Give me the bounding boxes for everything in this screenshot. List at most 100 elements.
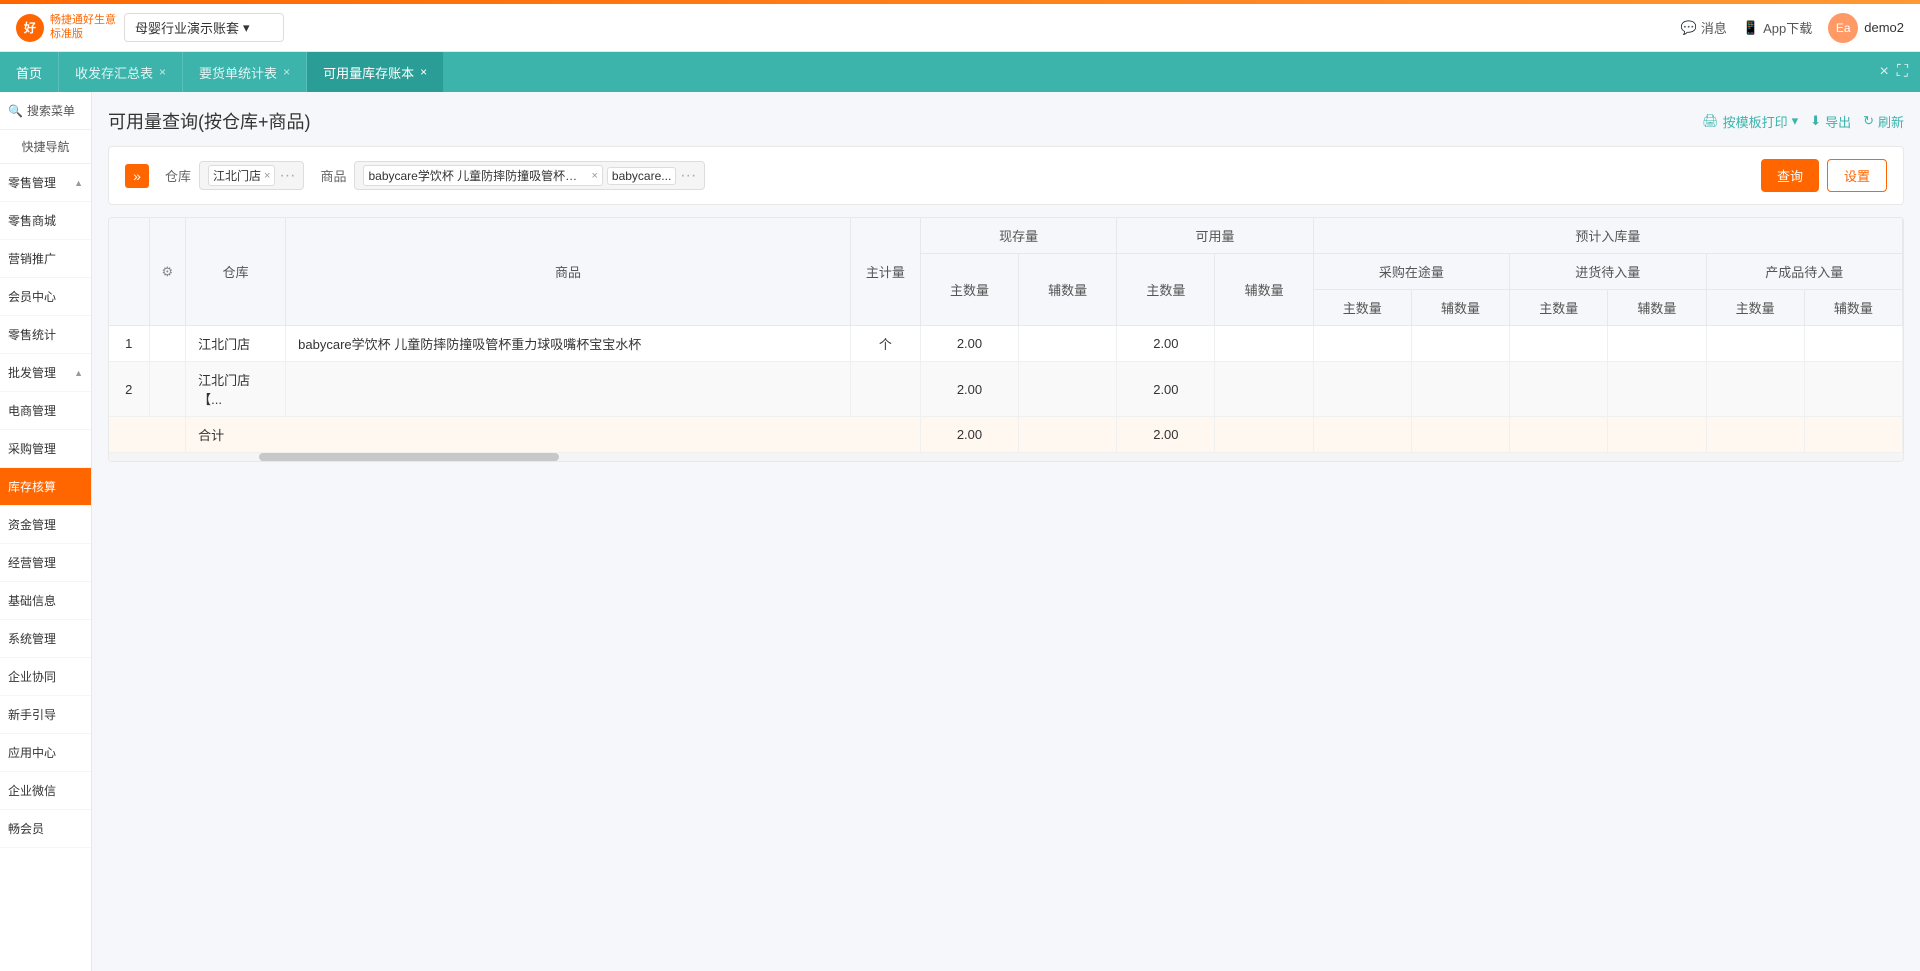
footer-inc-aux [1608, 417, 1706, 453]
sidebar-search[interactable]: 🔍 搜索菜单 [0, 92, 91, 130]
tab-home[interactable]: 首页 [0, 52, 59, 92]
close-tab-2[interactable]: × [283, 65, 290, 79]
fullscreen-btn[interactable]: ⛶ [1897, 63, 1908, 81]
cell-row-num: 2 [109, 362, 149, 417]
warehouse-value[interactable]: 江北门店 × ··· [199, 161, 304, 190]
remove-warehouse-tag[interactable]: × [264, 170, 270, 182]
print-btn[interactable]: 🖨 按模板打印 ▾ [1702, 112, 1798, 131]
sidebar-item-system[interactable]: 系统管理 [0, 620, 91, 658]
sidebar-item-ecommerce[interactable]: 电商管理 [0, 392, 91, 430]
settings-btn[interactable]: 设置 [1827, 159, 1887, 192]
warehouse-filter: 仓库 江北门店 × ··· [165, 161, 304, 190]
sidebar-item-inventory[interactable]: 库存核算 [0, 468, 91, 506]
th-avail-aux: 辅数量 [1215, 254, 1313, 326]
th-fin-main: 主数量 [1706, 290, 1804, 326]
product-dots[interactable]: ··· [680, 167, 696, 185]
sidebar-item-marketing[interactable]: 营销推广 [0, 240, 91, 278]
cell-avail-main: 2.00 [1117, 362, 1215, 417]
table-scroll[interactable]: ⚙ 仓库 商品 主计量 现存量 可用量 预计入库量 主数量 辅数量 [109, 218, 1903, 453]
cell-warehouse: 江北门店 [186, 326, 286, 362]
cell-stock-main: 2.00 [920, 326, 1018, 362]
product-filter: 商品 babycare学饮杯 儿童防摔防撞吸管杯重力球吸嘴杯宝宝水杯 × bab… [320, 161, 705, 190]
tab-available-stock[interactable]: 可用量库存账本 × [307, 52, 444, 92]
product-tag-1: babycare学饮杯 儿童防摔防撞吸管杯重力球吸嘴杯宝宝水杯 × [363, 165, 602, 186]
remove-product-tag-1[interactable]: × [591, 170, 597, 182]
table-container: ⚙ 仓库 商品 主计量 现存量 可用量 预计入库量 主数量 辅数量 [108, 217, 1904, 462]
th-main-unit: 主计量 [850, 218, 920, 326]
download-btn[interactable]: 📱 App下载 [1743, 18, 1812, 37]
horizontal-scrollbar[interactable] [109, 453, 1903, 461]
close-tab-3[interactable]: × [420, 65, 427, 79]
sidebar-item-finance[interactable]: 资金管理 [0, 506, 91, 544]
footer-fin-main [1706, 417, 1804, 453]
product-value[interactable]: babycare学饮杯 儿童防摔防撞吸管杯重力球吸嘴杯宝宝水杯 × babyca… [354, 161, 705, 190]
sidebar-item-members[interactable]: 会员中心 [0, 278, 91, 316]
store-selector[interactable]: 母婴行业演示账套 ▾ [124, 13, 284, 42]
page-title: 可用量查询(按仓库+商品) [108, 108, 311, 134]
sidebar-item-wholesale[interactable]: 批发管理 [0, 354, 91, 392]
nav-end: × ⛶ [1867, 52, 1920, 92]
close-tab-1[interactable]: × [159, 65, 166, 79]
column-settings-icon[interactable]: ⚙ [162, 264, 174, 279]
top-header: 好 畅捷通好生意 标准版 母婴行业演示账套 ▾ 💬 消息 📱 App下载 Ea … [0, 4, 1920, 52]
close-all-tabs[interactable]: × [1879, 63, 1888, 81]
sidebar-item-retail-mgmt[interactable]: 零售管理 [0, 164, 91, 202]
cell-fin-main [1706, 362, 1804, 417]
th-pur-main: 主数量 [1313, 290, 1411, 326]
sidebar-item-purchase[interactable]: 采购管理 [0, 430, 91, 468]
cell-fin-main [1706, 326, 1804, 362]
refresh-btn[interactable]: ↻ 刷新 [1863, 112, 1904, 131]
cell-pur-main [1313, 326, 1411, 362]
tab-receive-summary[interactable]: 收发存汇总表 × [59, 52, 183, 92]
th-finished-pending: 产成品待入量 [1706, 254, 1903, 290]
sidebar-quick-nav[interactable]: 快捷导航 [0, 130, 91, 164]
cell-row-num: 1 [109, 326, 149, 362]
main-layout: 🔍 搜索菜单 快捷导航 零售管理 零售商城 营销推广 会员中心 零售统计 批发管… [0, 92, 1920, 971]
export-btn[interactable]: ⬇ 导出 [1810, 112, 1851, 131]
cell-avail-main: 2.00 [1117, 326, 1215, 362]
cell-fin-aux [1804, 326, 1902, 362]
footer-stock-aux [1019, 417, 1117, 453]
sidebar-item-operations[interactable]: 经营管理 [0, 544, 91, 582]
scrollbar-thumb[interactable] [259, 453, 559, 461]
th-product: 商品 [286, 218, 851, 326]
sidebar-item-retail-stats[interactable]: 零售统计 [0, 316, 91, 354]
table-footer: 合计 2.00 2.00 [109, 417, 1903, 453]
cell-warehouse: 江北门店【... [186, 362, 286, 417]
avatar: Ea [1828, 13, 1858, 43]
logo-icon: 好 [16, 14, 44, 42]
query-btn[interactable]: 查询 [1761, 159, 1819, 192]
sidebar-item-enterprise[interactable]: 企业协同 [0, 658, 91, 696]
cell-stock-main: 2.00 [920, 362, 1018, 417]
sidebar-item-retail-mall[interactable]: 零售商城 [0, 202, 91, 240]
footer-inc-main [1510, 417, 1608, 453]
cell-avail-aux [1215, 326, 1313, 362]
sidebar-item-vip-member[interactable]: 畅会员 [0, 810, 91, 848]
cell-product: babycare学饮杯 儿童防摔防撞吸管杯重力球吸嘴杯宝宝水杯 [286, 326, 851, 362]
sidebar-item-app-center[interactable]: 应用中心 [0, 734, 91, 772]
th-row-num [109, 218, 149, 326]
sidebar-item-wechat-work[interactable]: 企业微信 [0, 772, 91, 810]
cell-product [286, 362, 851, 417]
message-btn[interactable]: 💬 消息 [1681, 18, 1727, 37]
sidebar-item-basic-info[interactable]: 基础信息 [0, 582, 91, 620]
cell-pur-aux [1411, 362, 1509, 417]
nav-tabs: 首页 收发存汇总表 × 要货单统计表 × 可用量库存账本 × × ⛶ [0, 52, 1920, 92]
footer-empty [109, 417, 186, 453]
filter-actions: 查询 设置 [1761, 159, 1887, 192]
cell-unit [850, 362, 920, 417]
page-header: 可用量查询(按仓库+商品) 🖨 按模板打印 ▾ ⬇ 导出 ↻ 刷新 [108, 108, 1904, 134]
th-fin-aux: 辅数量 [1804, 290, 1902, 326]
footer-avail-aux [1215, 417, 1313, 453]
header-right: 💬 消息 📱 App下载 Ea demo2 [1681, 13, 1904, 43]
sidebar-item-onboarding[interactable]: 新手引导 [0, 696, 91, 734]
header-left: 好 畅捷通好生意 标准版 母婴行业演示账套 ▾ [16, 13, 284, 42]
tab-order-stats[interactable]: 要货单统计表 × [183, 52, 307, 92]
warehouse-dots[interactable]: ··· [279, 167, 295, 185]
th-planned-in: 预计入库量 [1313, 218, 1902, 254]
filter-toggle-btn[interactable]: » [125, 164, 149, 188]
user-area[interactable]: Ea demo2 [1828, 13, 1904, 43]
cell-settings [149, 362, 186, 417]
th-stock-aux: 辅数量 [1019, 254, 1117, 326]
th-stock-main: 主数量 [920, 254, 1018, 326]
